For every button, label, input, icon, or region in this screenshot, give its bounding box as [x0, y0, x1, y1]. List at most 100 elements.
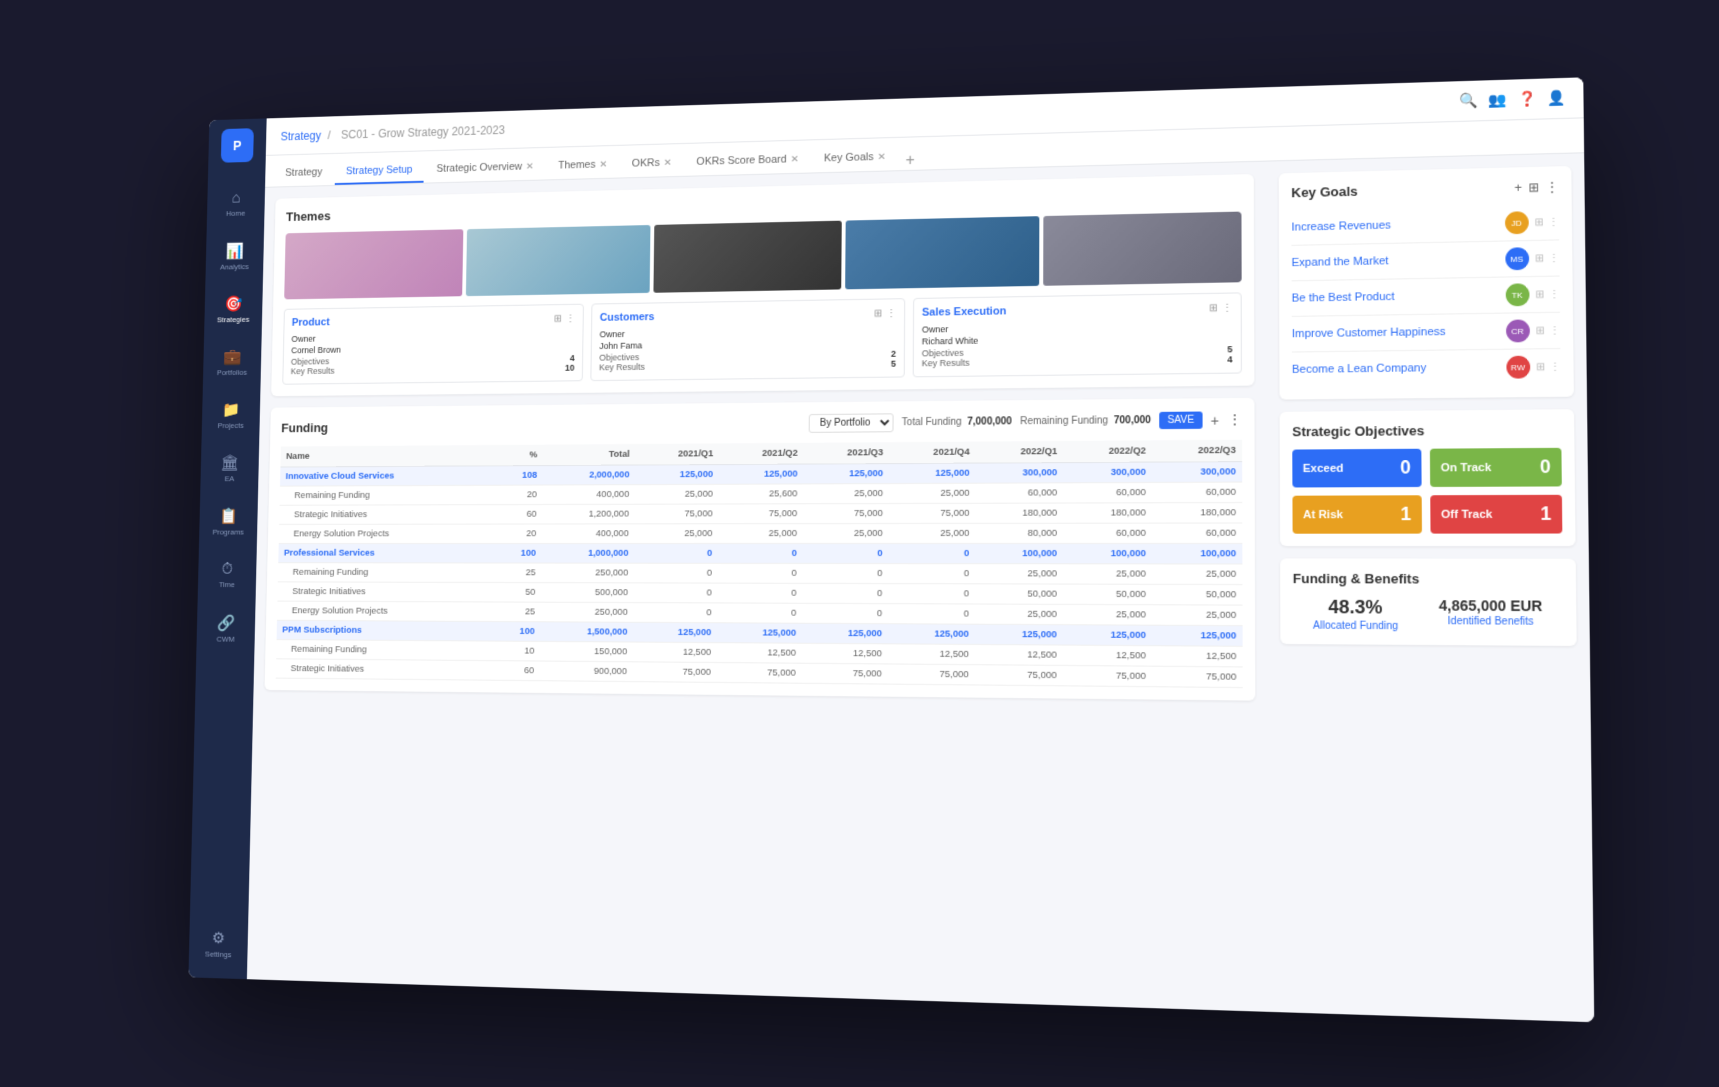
app-logo[interactable]: P: [220, 128, 253, 163]
funding-row-q322: 300,000: [1152, 461, 1242, 482]
funding-row-q421: 125,000: [887, 623, 974, 644]
goal-more-icon[interactable]: ⋮: [1548, 252, 1559, 264]
goal-name[interactable]: Increase Revenues: [1291, 217, 1498, 234]
funding-row-q322: 50,000: [1152, 584, 1242, 605]
tab-strategic-overview[interactable]: Strategic Overview ✕: [425, 154, 545, 182]
funding-row-name: Professional Services: [278, 543, 494, 562]
goal-more-icon[interactable]: ⋮: [1549, 360, 1560, 372]
funding-row-q321: 125,000: [803, 463, 889, 483]
users-icon[interactable]: 👥: [1488, 90, 1507, 108]
theme-icon-5[interactable]: ⊞: [1209, 302, 1218, 313]
tab-close-icon[interactable]: ✕: [525, 161, 533, 172]
theme-col-sales: Sales Execution ⊞ ⋮ Owner Richard Whit: [912, 292, 1241, 377]
goal-item: Be the Best Product TK ⊞ ⋮: [1291, 276, 1559, 316]
goal-name[interactable]: Become a Lean Company: [1291, 361, 1499, 376]
tab-close-icon[interactable]: ✕: [663, 157, 671, 168]
goal-name[interactable]: Expand the Market: [1291, 252, 1498, 268]
tab-okrs[interactable]: OKRs ✕: [620, 150, 683, 177]
sidebar-settings[interactable]: ⚙ Settings: [194, 917, 243, 969]
sidebar-item-portfolios[interactable]: 💼 Portfolios: [208, 336, 256, 386]
goal-more-icon[interactable]: ⋮: [1548, 288, 1559, 300]
tab-close-icon[interactable]: ✕: [877, 151, 885, 162]
tab-key-goals[interactable]: Key Goals ✕: [812, 144, 898, 172]
funding-save-button[interactable]: SAVE: [1159, 411, 1202, 429]
theme-icon-4[interactable]: ⋮: [886, 307, 896, 318]
theme-icon-1[interactable]: ⊞: [553, 313, 561, 324]
goal-expand-icon[interactable]: ⊞: [1536, 361, 1545, 373]
funding-controls: By Portfolio Total Funding 7,000,000 Rem…: [808, 410, 1241, 433]
funding-row-name: Strategic Initiatives: [275, 658, 492, 679]
goal-expand-icon[interactable]: ⊞: [1535, 288, 1544, 300]
sidebar-item-strategies[interactable]: 🎯 Strategies: [209, 283, 257, 333]
tile-atrisk-value: 1: [1400, 503, 1411, 525]
theme-col-sales-header: Sales Execution ⊞ ⋮: [921, 301, 1231, 318]
tab-themes[interactable]: Themes ✕: [546, 152, 618, 179]
funding-title: Funding: [281, 420, 328, 435]
goal-name[interactable]: Improve Customer Happiness: [1291, 325, 1499, 340]
topbar-right: 🔍 👥 ❓ 👤: [1459, 89, 1566, 110]
theme-icon-6[interactable]: ⋮: [1222, 302, 1232, 313]
goal-name[interactable]: Be the Best Product: [1291, 288, 1498, 304]
theme-sales-title[interactable]: Sales Execution: [921, 305, 1005, 318]
tile-exceed: Exceed 0: [1292, 448, 1421, 487]
funding-row-pct: 50: [493, 582, 540, 602]
breadcrumb-strategy-link[interactable]: Strategy: [280, 128, 321, 142]
key-goals-expand-icon[interactable]: ⊞: [1528, 179, 1539, 194]
funding-row-pct: 20: [494, 523, 541, 543]
funding-row-q121: 125,000: [633, 622, 717, 642]
theme-product-title[interactable]: Product: [291, 316, 329, 328]
theme-customers-title[interactable]: Customers: [599, 311, 654, 324]
funding-filter-select[interactable]: By Portfolio: [808, 413, 893, 433]
help-icon[interactable]: ❓: [1517, 90, 1536, 108]
funding-row-name: Strategic Initiatives: [279, 504, 495, 524]
user-avatar[interactable]: 👤: [1547, 89, 1566, 107]
funding-row-name: Remaining Funding: [279, 485, 495, 505]
theme-product-icons: ⊞ ⋮: [553, 313, 574, 324]
theme-sales-icons: ⊞ ⋮: [1209, 302, 1232, 314]
sidebar-item-projects[interactable]: 📁 Projects: [206, 389, 254, 439]
theme-col-product: Product ⊞ ⋮ Owner Cornel Brown: [282, 303, 584, 384]
sidebar-item-ea[interactable]: 🏛 EA: [205, 442, 253, 492]
funding-more-icon[interactable]: ⋮: [1227, 411, 1242, 428]
theme-icon-3[interactable]: ⊞: [874, 307, 882, 318]
sidebar-item-home[interactable]: ⌂ Home: [212, 178, 260, 228]
key-goals-actions: + ⊞ ⋮: [1514, 179, 1558, 194]
funding-row-q222: 300,000: [1063, 462, 1152, 483]
funding-row-q421: 0: [888, 563, 975, 583]
funding-row-q121: 0: [633, 582, 717, 602]
strategic-objectives-card: Strategic Objectives Exceed 0 On Track 0…: [1279, 409, 1575, 546]
tab-strategy[interactable]: Strategy: [274, 160, 333, 186]
goal-more-icon[interactable]: ⋮: [1548, 216, 1559, 228]
key-goals-more-icon[interactable]: ⋮: [1545, 179, 1558, 194]
funding-add-icon[interactable]: +: [1210, 411, 1219, 427]
goal-expand-icon[interactable]: ⊞: [1534, 216, 1543, 228]
goal-expand-icon[interactable]: ⊞: [1535, 324, 1544, 336]
funding-row-pct: 25: [493, 601, 540, 621]
table-row: Energy Solution Projects 20 400,000 25,0…: [278, 522, 1242, 543]
funding-row-q421: 125,000: [888, 463, 975, 483]
tab-close-icon[interactable]: ✕: [790, 153, 798, 164]
tab-close-icon[interactable]: ✕: [599, 159, 607, 170]
tab-okrs-score-board[interactable]: OKRs Score Board ✕: [684, 147, 810, 176]
goal-more-icon[interactable]: ⋮: [1549, 324, 1560, 336]
sidebar-item-cwm[interactable]: 🔗 CWM: [201, 603, 249, 653]
tile-ontrack-label: On Track: [1440, 461, 1491, 474]
funding-row-q222: 25,000: [1063, 604, 1152, 625]
tab-strategy-setup[interactable]: Strategy Setup: [334, 157, 423, 184]
table-row: Remaining Funding 25 250,000 0 0 0 0 25,…: [277, 562, 1242, 584]
funding-row-total: 400,000: [542, 484, 635, 504]
tab-add-button[interactable]: +: [899, 151, 920, 169]
key-goals-add-icon[interactable]: +: [1514, 180, 1522, 195]
col-header-q322: 2022/Q3: [1152, 439, 1242, 461]
sidebar-item-analytics[interactable]: 📊 Analytics: [210, 231, 258, 281]
goal-expand-icon[interactable]: ⊞: [1535, 252, 1544, 264]
goal-item: Increase Revenues JD ⊞ ⋮: [1291, 204, 1559, 246]
funding-row-total: 1,200,000: [542, 504, 635, 524]
theme-icon-2[interactable]: ⋮: [565, 313, 575, 324]
sidebar-item-time[interactable]: ⏱ Time: [203, 549, 251, 599]
sidebar-item-programs[interactable]: 📋 Programs: [204, 496, 252, 546]
funding-row-q322: 100,000: [1152, 543, 1242, 564]
funding-row-name: Remaining Funding: [277, 562, 493, 582]
search-icon[interactable]: 🔍: [1459, 91, 1478, 109]
tile-ontrack-value: 0: [1539, 456, 1550, 478]
